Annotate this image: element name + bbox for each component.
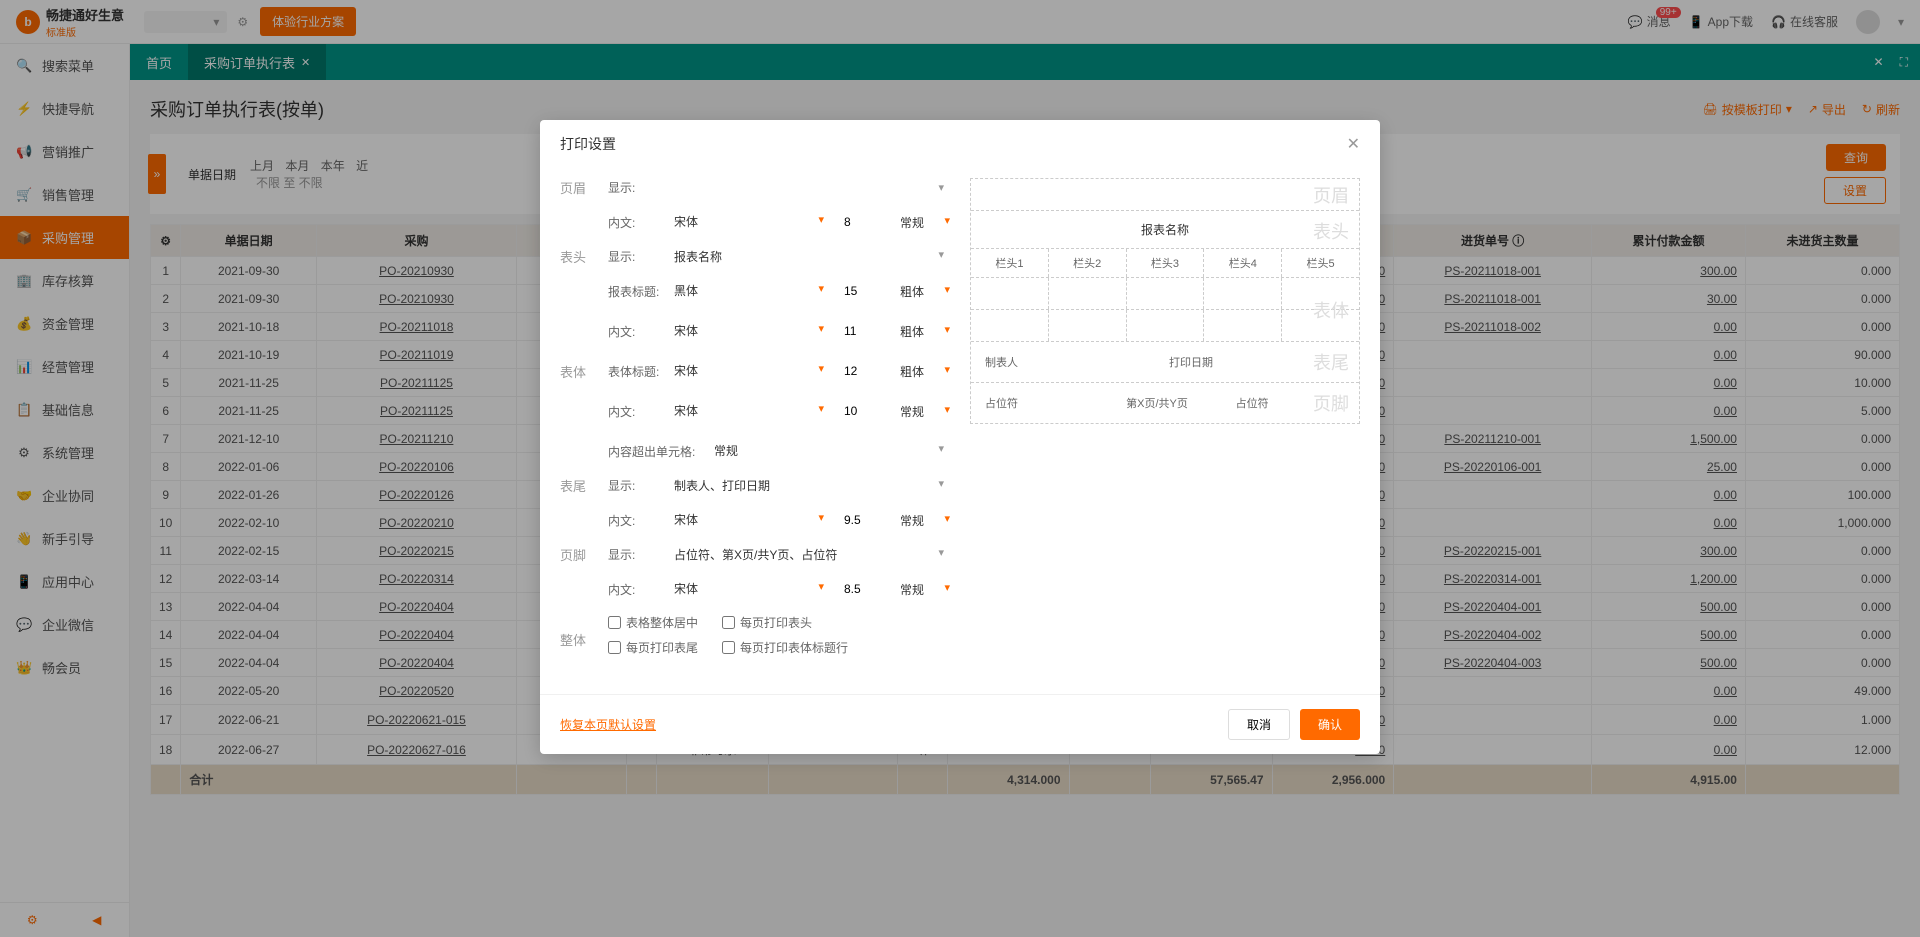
section-header-label: 页眉 xyxy=(560,178,598,197)
print-settings-modal: 打印设置 ✕ 页眉 显示: 内文: 宋体 常规 xyxy=(540,120,1380,754)
preview-footer: 页脚 占位符 第X页/共Y页 占位符 xyxy=(971,383,1359,423)
modal-close-button[interactable]: ✕ xyxy=(1347,134,1360,154)
checkbox-print-body-title-each[interactable]: 每页打印表体标题行 xyxy=(722,639,848,656)
tableheader-font-select[interactable]: 宋体 xyxy=(674,318,830,344)
preview-tail: 表尾 制表人 打印日期 xyxy=(971,342,1359,383)
tablebody-title-size-input[interactable] xyxy=(840,360,890,382)
section-footer-label: 页脚 xyxy=(560,545,598,564)
checkbox-print-tail-each[interactable]: 每页打印表尾 xyxy=(608,639,698,656)
header-display-select[interactable] xyxy=(674,181,950,195)
section-tabletail-label: 表尾 xyxy=(560,476,598,495)
tablebody-size-input[interactable] xyxy=(840,400,890,422)
header-size-input[interactable] xyxy=(840,211,890,233)
tablebody-title-font-select[interactable]: 宋体 xyxy=(674,358,830,384)
preview-table-header: 报表名称 表头 栏头1 栏头2 栏头3 栏头4 栏头5 xyxy=(971,211,1359,278)
tabletail-font-select[interactable]: 宋体 xyxy=(674,507,830,533)
tabletail-display-select[interactable]: 制表人、打印日期 xyxy=(674,477,950,494)
preview-box: 页眉 报表名称 表头 栏头1 栏头2 栏头3 栏头4 栏头5 xyxy=(970,178,1360,424)
footer-display-select[interactable]: 占位符、第X页/共Y页、占位符 xyxy=(674,546,950,563)
report-title-font-select[interactable]: 黑体 xyxy=(674,278,830,304)
tablebody-weight-select[interactable]: 常规 xyxy=(900,403,950,420)
tabletail-size-input[interactable] xyxy=(840,509,890,531)
checkbox-print-header-each[interactable]: 每页打印表头 xyxy=(722,614,812,631)
tablebody-font-select[interactable]: 宋体 xyxy=(674,398,830,424)
report-title-weight-select[interactable]: 粗体 xyxy=(900,283,950,300)
modal-settings-panel: 页眉 显示: 内文: 宋体 常规 表头 显示: 报表名称 xyxy=(560,178,950,674)
footer-weight-select[interactable]: 常规 xyxy=(900,581,950,598)
checkbox-center-table[interactable]: 表格整体居中 xyxy=(608,614,698,631)
preview-columns: 栏头1 栏头2 栏头3 栏头4 栏头5 xyxy=(971,248,1359,277)
section-tablebody-label: 表体 xyxy=(560,362,598,381)
tabletail-weight-select[interactable]: 常规 xyxy=(900,512,950,529)
modal-title: 打印设置 xyxy=(560,134,616,154)
modal-overlay: 打印设置 ✕ 页眉 显示: 内文: 宋体 常规 xyxy=(0,0,1920,937)
overflow-select[interactable]: 常规 xyxy=(714,438,950,464)
confirm-button[interactable]: 确认 xyxy=(1300,709,1360,740)
report-title-size-input[interactable] xyxy=(840,280,890,302)
modal-footer: 恢复本页默认设置 取消 确认 xyxy=(540,694,1380,754)
section-tableheader-label: 表头 xyxy=(560,247,598,266)
footer-size-input[interactable] xyxy=(840,578,890,600)
preview-header: 页眉 xyxy=(971,179,1359,211)
footer-font-select[interactable]: 宋体 xyxy=(674,576,830,602)
modal-header: 打印设置 ✕ xyxy=(540,120,1380,168)
header-font-select[interactable]: 宋体 xyxy=(674,209,830,235)
tableheader-weight-select[interactable]: 粗体 xyxy=(900,323,950,340)
tablebody-title-weight-select[interactable]: 粗体 xyxy=(900,363,950,380)
tableheader-display-select[interactable]: 报表名称 xyxy=(674,248,950,265)
modal-body: 页眉 显示: 内文: 宋体 常规 表头 显示: 报表名称 xyxy=(540,168,1380,694)
header-weight-select[interactable]: 常规 xyxy=(900,214,950,231)
cancel-button[interactable]: 取消 xyxy=(1228,709,1290,740)
preview-body: 表体 xyxy=(971,278,1359,342)
tableheader-size-input[interactable] xyxy=(840,320,890,342)
section-overall-label: 整体 xyxy=(560,630,598,649)
print-preview-panel: 页眉 报表名称 表头 栏头1 栏头2 栏头3 栏头4 栏头5 xyxy=(970,178,1360,674)
restore-defaults-link[interactable]: 恢复本页默认设置 xyxy=(560,716,656,733)
